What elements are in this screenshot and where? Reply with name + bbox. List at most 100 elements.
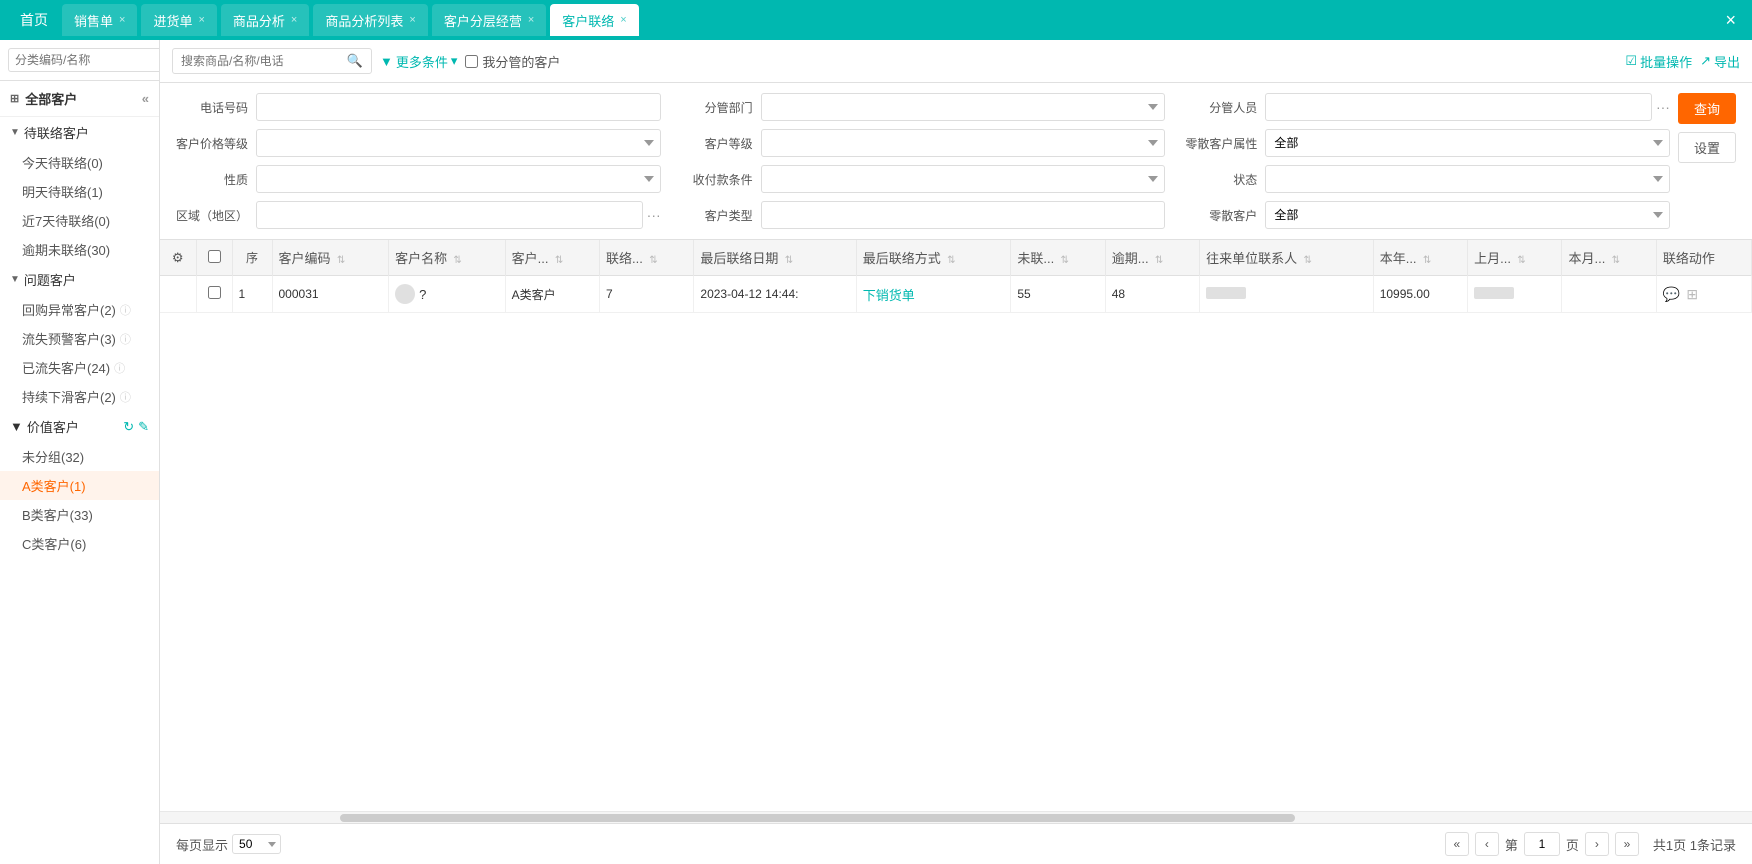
- sidebar-item-7days[interactable]: 近7天待联络(0): [0, 206, 159, 235]
- query-button[interactable]: 查询: [1678, 93, 1736, 124]
- collapse-icon[interactable]: «: [142, 91, 149, 106]
- nav-tab-label-0: 销售单: [74, 11, 113, 30]
- filter-search-input[interactable]: [181, 54, 343, 68]
- sidebar-search-input[interactable]: [8, 48, 160, 72]
- price-level-select[interactable]: [256, 129, 661, 157]
- manager-dots-icon[interactable]: ···: [1656, 99, 1670, 115]
- td-last-method[interactable]: 下销货单: [856, 276, 1011, 313]
- th-overdue-label: 逾期...: [1112, 251, 1149, 266]
- sidebar-item-declining[interactable]: 持续下滑客户(2) ⓘ: [0, 382, 159, 411]
- th-level[interactable]: 客户... ⇅: [505, 240, 599, 276]
- th-this-month[interactable]: 本月... ⇅: [1562, 240, 1656, 276]
- close-icon-1[interactable]: ×: [198, 14, 204, 26]
- page-input[interactable]: [1524, 832, 1560, 856]
- nav-tab-3[interactable]: 商品分析列表 ×: [313, 4, 427, 36]
- nature-select[interactable]: [256, 165, 661, 193]
- row-checkbox[interactable]: [208, 286, 221, 299]
- dept-label: 分管部门: [681, 99, 761, 116]
- sidebar-group-value[interactable]: ▼ 价值客户 ↻ ✎: [0, 411, 159, 442]
- edit-icon[interactable]: ✎: [138, 419, 149, 435]
- customer-level-select[interactable]: [761, 129, 1166, 157]
- close-icon-5[interactable]: ×: [620, 14, 626, 26]
- close-icon-3[interactable]: ×: [409, 14, 415, 26]
- info-icon: ⓘ: [120, 331, 131, 347]
- sidebar-item-class-b[interactable]: B类客户(33): [0, 500, 159, 529]
- payment-select[interactable]: [761, 165, 1166, 193]
- th-not-contacted[interactable]: 未联... ⇅: [1011, 240, 1105, 276]
- th-overdue[interactable]: 逾期... ⇅: [1105, 240, 1199, 276]
- page-size-select[interactable]: 50 20 100 200: [232, 834, 281, 854]
- th-last-month[interactable]: 上月... ⇅: [1468, 240, 1562, 276]
- select-all-checkbox[interactable]: [208, 250, 221, 263]
- retail-attr-label: 零散客户属性: [1185, 135, 1265, 152]
- th-num: 序: [232, 240, 272, 276]
- th-this-year[interactable]: 本年... ⇅: [1373, 240, 1467, 276]
- avatar: [395, 284, 415, 304]
- sidebar-item-class-a[interactable]: A类客户(1): [0, 471, 159, 500]
- customer-type-label: 客户类型: [681, 207, 761, 224]
- th-checkbox[interactable]: [196, 240, 232, 276]
- filter-more-button[interactable]: ▼ 更多条件 ▾: [380, 52, 457, 71]
- chat-icon[interactable]: 💬: [1663, 286, 1680, 303]
- setting-button[interactable]: 设置: [1678, 132, 1736, 163]
- close-icon-2[interactable]: ×: [291, 14, 297, 26]
- sidebar-item-repurchase-abnormal[interactable]: 回购异常客户(2) ⓘ: [0, 295, 159, 324]
- scrollbar-thumb[interactable]: [340, 814, 1295, 822]
- th-contact2[interactable]: 往来单位联系人 ⇅: [1200, 240, 1374, 276]
- sidebar-all-header[interactable]: ⊞ 全部客户 «: [0, 81, 159, 117]
- filter-row-2: 客户价格等级 客户等级: [176, 129, 1670, 157]
- export-button[interactable]: ↗ 导出: [1700, 52, 1740, 71]
- nav-tab-0[interactable]: 销售单 ×: [62, 4, 137, 36]
- batch-op-button[interactable]: ☑ 批量操作: [1625, 52, 1692, 71]
- horizontal-scrollbar[interactable]: [160, 811, 1752, 823]
- last-page-button[interactable]: »: [1615, 832, 1639, 856]
- sidebar-group-problem[interactable]: ▼ 问题客户: [0, 264, 159, 295]
- region-dots-icon[interactable]: ···: [647, 207, 661, 223]
- content-area: 🔍 ▼ 更多条件 ▾ 我分管的客户 ☑ 批量操作 ↗ 导出: [160, 40, 1752, 864]
- td-checkbox[interactable]: [196, 276, 232, 313]
- sidebar-item-ungrouped[interactable]: 未分组(32): [0, 442, 159, 471]
- last-method-link[interactable]: 下销货单: [863, 288, 915, 303]
- sidebar-item-churned[interactable]: 已流失客户(24) ⓘ: [0, 353, 159, 382]
- th-name[interactable]: 客户名称 ⇅: [389, 240, 506, 276]
- region-input[interactable]: [256, 201, 643, 229]
- sidebar-item-class-c[interactable]: C类客户(6): [0, 529, 159, 558]
- nav-home[interactable]: 首页: [8, 0, 60, 40]
- sidebar-item-label: 近7天待联络(0): [22, 211, 110, 230]
- sidebar-item-tomorrow[interactable]: 明天待联络(1): [0, 177, 159, 206]
- th-last-method[interactable]: 最后联络方式 ⇅: [856, 240, 1011, 276]
- close-all-button[interactable]: ×: [1717, 10, 1744, 31]
- sidebar-group-pending[interactable]: ▼ 待联络客户: [0, 117, 159, 148]
- next-page-button[interactable]: ›: [1585, 832, 1609, 856]
- manager-input[interactable]: [1265, 93, 1652, 121]
- nav-tab-5[interactable]: 客户联络 ×: [550, 4, 638, 36]
- retail-attr-select[interactable]: 全部: [1265, 129, 1670, 157]
- status-select[interactable]: [1265, 165, 1670, 193]
- phone-input[interactable]: [256, 93, 661, 121]
- sidebar-item-churn-warning[interactable]: 流失预警客户(3) ⓘ: [0, 324, 159, 353]
- dept-select[interactable]: [761, 93, 1166, 121]
- th-action: 联络动作: [1656, 240, 1751, 276]
- retail-select[interactable]: 全部: [1265, 201, 1670, 229]
- nav-tab-2[interactable]: 商品分析 ×: [221, 4, 309, 36]
- filter-search-icon[interactable]: 🔍: [347, 53, 363, 69]
- close-icon-0[interactable]: ×: [119, 14, 125, 26]
- refresh-icon[interactable]: ↻: [123, 419, 134, 435]
- prev-page-button[interactable]: ‹: [1475, 832, 1499, 856]
- sidebar-item-overdue[interactable]: 逾期未联络(30): [0, 235, 159, 264]
- customer-type-input[interactable]: [761, 201, 1166, 229]
- th-code[interactable]: 客户编码 ⇅: [272, 240, 389, 276]
- nav-tab-1[interactable]: 进货单 ×: [141, 4, 216, 36]
- close-icon-4[interactable]: ×: [528, 14, 534, 26]
- th-gear[interactable]: ⚙: [160, 240, 196, 276]
- first-page-button[interactable]: «: [1445, 832, 1469, 856]
- filter-bar: 🔍 ▼ 更多条件 ▾ 我分管的客户 ☑ 批量操作 ↗ 导出: [160, 40, 1752, 83]
- nav-tab-4[interactable]: 客户分层经营 ×: [432, 4, 546, 36]
- sidebar-item-today[interactable]: 今天待联络(0): [0, 148, 159, 177]
- filter-my-customer[interactable]: 我分管的客户: [465, 52, 560, 71]
- th-contact[interactable]: 联络... ⇅: [600, 240, 694, 276]
- th-last-date[interactable]: 最后联络日期 ⇅: [694, 240, 856, 276]
- grid-icon[interactable]: ⊞: [1686, 286, 1698, 303]
- gear-icon[interactable]: ⚙: [172, 250, 184, 265]
- my-customer-checkbox[interactable]: [465, 55, 478, 68]
